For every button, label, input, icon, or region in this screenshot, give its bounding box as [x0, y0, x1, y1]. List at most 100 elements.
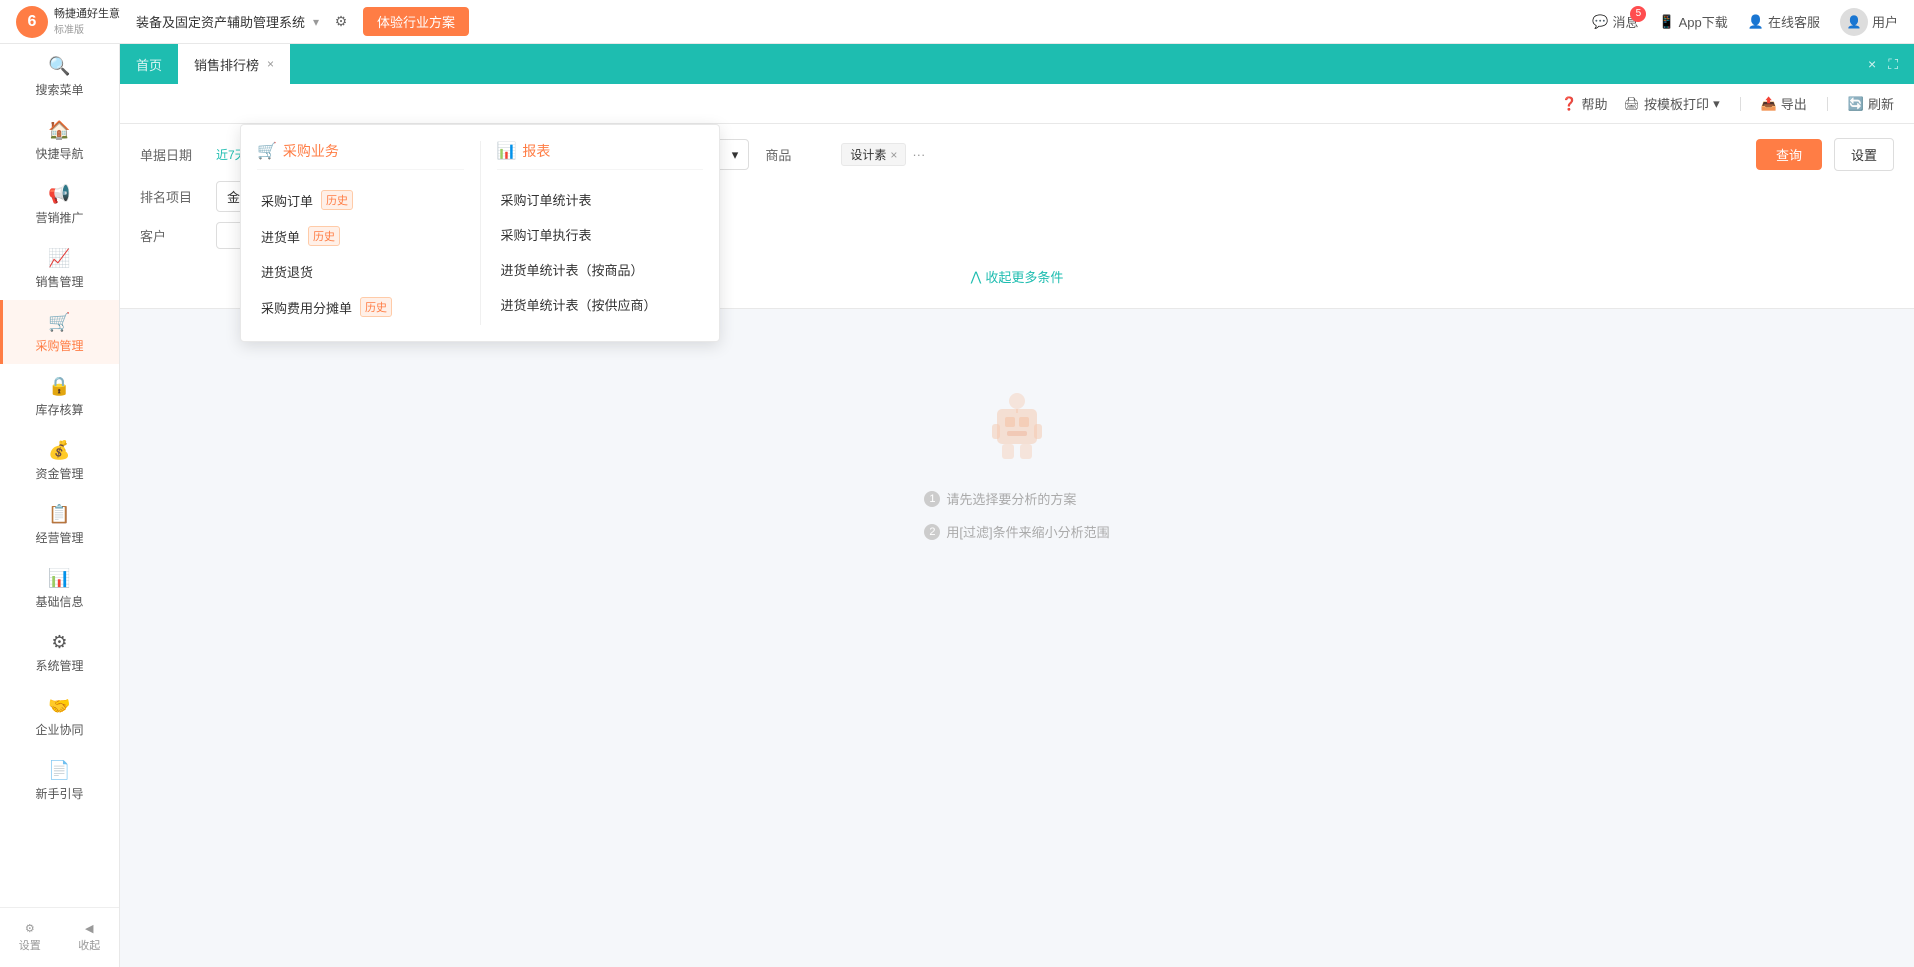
header-center: 装备及固定资产辅助管理系统 ▾ ⚙ 体验行业方案 — [136, 7, 1592, 36]
menu-item-goods-receipt[interactable]: 进货单 历史 — [257, 218, 464, 254]
sidebar-label-sales: 销售管理 — [35, 273, 83, 290]
user-action[interactable]: 👤 用户 — [1840, 8, 1898, 36]
print-label: 按模板打印 — [1644, 94, 1709, 113]
sales-icon: 📈 — [48, 248, 70, 269]
service-label: 在线客服 — [1768, 12, 1820, 31]
tab-maximize-icon[interactable]: ⛶ — [1884, 52, 1902, 77]
sidebar-item-purchase[interactable]: 🛒 采购管理 — [0, 300, 119, 364]
gear-icon: ⚙ — [25, 922, 35, 935]
export-icon: 📤 — [1761, 96, 1777, 112]
page-content: ❓ 帮助 🖨 按模板打印 ▾ 📤 导出 🔄 刷新 — [120, 84, 1914, 967]
sidebar-label-basic: 基础信息 — [35, 593, 83, 610]
collapse-label: 收起 — [78, 937, 100, 953]
purchase-icon: 🛒 — [48, 312, 70, 333]
tab-bar: 首页 销售排行榜 × × ⛶ — [120, 44, 1914, 84]
print-dropdown-icon[interactable]: ▾ — [1713, 96, 1720, 112]
sidebar-label-purchase: 采购管理 — [35, 337, 83, 354]
refresh-action[interactable]: 🔄 刷新 — [1848, 94, 1894, 113]
top-header: 6 畅捷通好生意 标准版 装备及固定资产辅助管理系统 ▾ ⚙ 体验行业方案 💬 … — [0, 0, 1914, 44]
purchase-section-icon: 🛒 — [257, 141, 277, 161]
purchase-title-text: 采购业务 — [283, 141, 339, 161]
system-dropdown-arrow[interactable]: ▾ — [313, 15, 319, 29]
menu-overlay: 🛒 采购业务 采购订单 历史 进货单 历史 进货退货 — [120, 124, 1914, 967]
user-label: 用户 — [1872, 12, 1898, 31]
sidebar-collapse-btn[interactable]: ◀ 收起 — [60, 916, 120, 959]
sidebar: 🔍 搜索菜单 🏠 快捷导航 📢 营销推广 📈 销售管理 🛒 采购管理 🔒 库存核… — [0, 44, 120, 967]
tab-close-window-icon[interactable]: × — [1864, 52, 1880, 76]
toolbar-actions: ❓ 帮助 🖨 按模板打印 ▾ 📤 导出 🔄 刷新 — [120, 84, 1914, 124]
sidebar-item-basic[interactable]: 📊 基础信息 — [0, 556, 119, 620]
help-label: 帮助 — [1582, 94, 1608, 113]
goods-stat-supplier-label: 进货单统计表（按供应商） — [501, 295, 657, 314]
menu-item-purchase-order[interactable]: 采购订单 历史 — [257, 182, 464, 218]
sidebar-settings-btn[interactable]: ⚙ 设置 — [0, 916, 60, 959]
phone-icon: 📱 — [1658, 14, 1674, 30]
sidebar-label-enterprise: 企业协同 — [35, 721, 83, 738]
menu-item-purchase-order-stat[interactable]: 采购订单统计表 — [497, 182, 704, 217]
settings-icon[interactable]: ⚙ — [327, 8, 355, 36]
sidebar-item-management[interactable]: 📋 经营管理 — [0, 492, 119, 556]
app-download-action[interactable]: 📱 App下载 — [1658, 12, 1727, 31]
sidebar-label-inventory: 库存核算 — [35, 401, 83, 418]
goods-stat-product-label: 进货单统计表（按商品） — [501, 260, 644, 279]
sidebar-item-search[interactable]: 🔍 搜索菜单 — [0, 44, 119, 108]
user-avatar: 👤 — [1840, 8, 1868, 36]
tab-bar-right: × ⛶ — [1864, 52, 1914, 77]
tab-close-icon[interactable]: × — [267, 57, 274, 71]
help-action[interactable]: ❓ 帮助 — [1561, 94, 1607, 113]
goods-receipt-history: 历史 — [308, 226, 340, 246]
sidebar-item-system[interactable]: ⚙ 系统管理 — [0, 620, 119, 684]
logo-text: 畅捷通好生意 — [54, 7, 120, 21]
print-action[interactable]: 🖨 按模板打印 ▾ — [1624, 94, 1720, 113]
sidebar-item-nav[interactable]: 🏠 快捷导航 — [0, 108, 119, 172]
purchase-order-label: 采购订单 — [261, 191, 313, 210]
export-label: 导出 — [1781, 94, 1807, 113]
menu-section-report: 📊 报表 采购订单统计表 采购订单执行表 进货单统计表（按商品） — [480, 141, 720, 325]
sidebar-item-marketing[interactable]: 📢 营销推广 — [0, 172, 119, 236]
sidebar-item-sales[interactable]: 📈 销售管理 — [0, 236, 119, 300]
menu-item-purchase-order-exec[interactable]: 采购订单执行表 — [497, 217, 704, 252]
menu-item-goods-stat-by-product[interactable]: 进货单统计表（按商品） — [497, 252, 704, 287]
home-icon: 🏠 — [48, 120, 70, 141]
sidebar-label-nav: 快捷导航 — [35, 145, 83, 162]
dropdown-menu: 🛒 采购业务 采购订单 历史 进货单 历史 进货退货 — [240, 124, 720, 342]
message-badge: 5 — [1630, 6, 1646, 22]
main-layout: 🔍 搜索菜单 🏠 快捷导航 📢 营销推广 📈 销售管理 🛒 采购管理 🔒 库存核… — [0, 44, 1914, 967]
home-tab-label: 首页 — [136, 55, 162, 74]
online-service-action[interactable]: 👤 在线客服 — [1748, 12, 1820, 31]
sidebar-item-finance[interactable]: 💰 资金管理 — [0, 428, 119, 492]
settings-label: 设置 — [19, 937, 41, 953]
system-name: 装备及固定资产辅助管理系统 — [136, 12, 305, 31]
tab-sales-rank[interactable]: 销售排行榜 × — [178, 44, 290, 84]
refresh-icon: 🔄 — [1848, 96, 1864, 112]
industry-btn[interactable]: 体验行业方案 — [363, 7, 469, 36]
purchase-cost-history: 历史 — [360, 297, 392, 317]
menu-item-goods-stat-by-supplier[interactable]: 进货单统计表（按供应商） — [497, 287, 704, 322]
refresh-label: 刷新 — [1868, 94, 1894, 113]
purchase-order-exec-label: 采购订单执行表 — [501, 225, 592, 244]
divider-2 — [1827, 97, 1828, 111]
sidebar-label-search: 搜索菜单 — [35, 81, 83, 98]
search-icon: 🔍 — [48, 56, 70, 77]
tab-home[interactable]: 首页 — [120, 44, 178, 84]
app-label: App下载 — [1679, 12, 1728, 31]
management-icon: 📋 — [48, 504, 70, 525]
sidebar-item-enterprise[interactable]: 🤝 企业协同 — [0, 684, 119, 748]
print-icon: 🖨 — [1624, 96, 1641, 112]
megaphone-icon: 📢 — [48, 184, 70, 205]
goods-return-label: 进货退货 — [261, 262, 313, 281]
menu-item-purchase-cost[interactable]: 采购费用分摊单 历史 — [257, 289, 464, 325]
purchase-order-history: 历史 — [321, 190, 353, 210]
content-area: 首页 销售排行榜 × × ⛶ ❓ 帮助 🖨 按模板打印 — [120, 44, 1914, 967]
message-action[interactable]: 💬 消息 5 — [1592, 12, 1638, 31]
logo-area: 6 畅捷通好生意 标准版 — [16, 6, 136, 38]
help-icon: ❓ — [1561, 96, 1577, 112]
goods-receipt-label: 进货单 — [261, 227, 300, 246]
sidebar-bottom: ⚙ 设置 ◀ 收起 — [0, 907, 119, 967]
logo-icon: 6 — [16, 6, 48, 38]
export-action[interactable]: 📤 导出 — [1761, 94, 1807, 113]
sidebar-item-guide[interactable]: 📄 新手引导 — [0, 748, 119, 812]
sidebar-item-inventory[interactable]: 🔒 库存核算 — [0, 364, 119, 428]
enterprise-icon: 🤝 — [48, 696, 70, 717]
menu-item-goods-return[interactable]: 进货退货 — [257, 254, 464, 289]
